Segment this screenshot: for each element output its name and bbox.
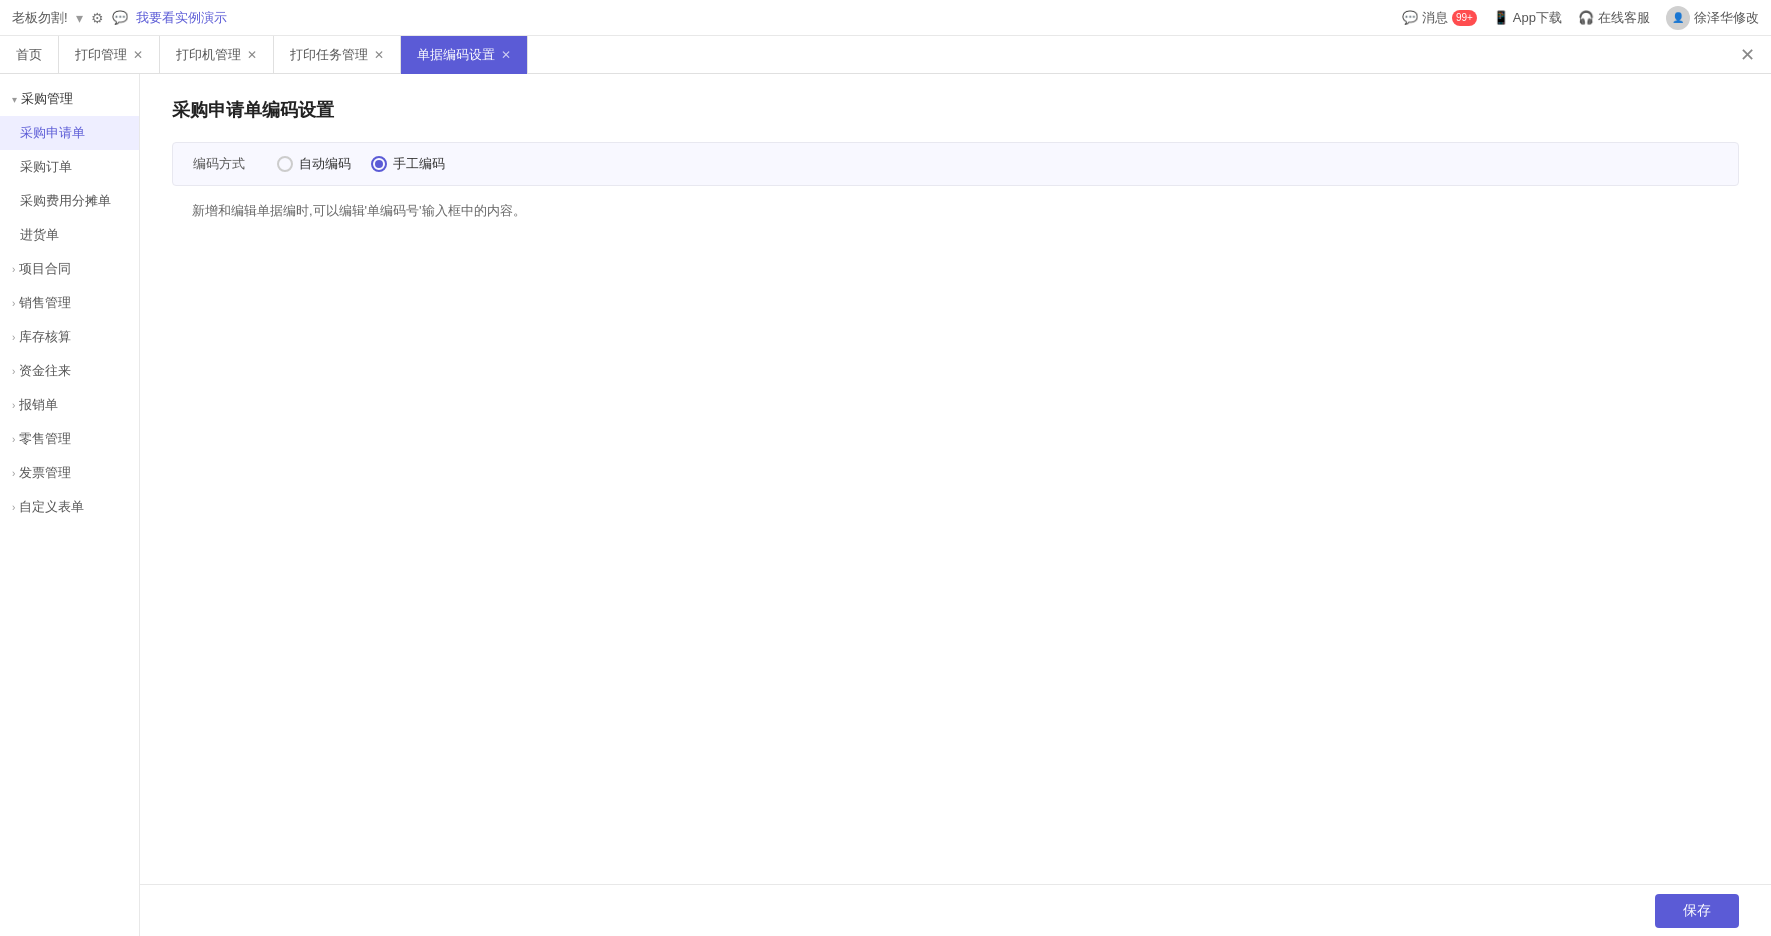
sidebar-item-purchase-request[interactable]: 采购申请单: [0, 116, 139, 150]
chevron-right-icon-7: ›: [12, 468, 15, 479]
notification-badge: 99+: [1452, 10, 1477, 26]
notification-button[interactable]: 💬 消息 99+: [1402, 9, 1477, 27]
tab-print-task-close[interactable]: ✕: [374, 48, 384, 62]
tab-printer-management[interactable]: 打印机管理 ✕: [160, 36, 274, 74]
sidebar-group-invoice[interactable]: › 发票管理: [0, 456, 139, 490]
tab-encoding-settings[interactable]: 单据编码设置 ✕: [401, 36, 528, 74]
phone-icon: 📱: [1493, 10, 1509, 25]
notification-label: 消息: [1422, 9, 1448, 27]
sidebar-item-purchase-order-label: 采购订单: [20, 159, 72, 174]
app-download-button[interactable]: 📱 App下载: [1493, 9, 1562, 27]
sidebar-group-retail[interactable]: › 零售管理: [0, 422, 139, 456]
encoding-label: 编码方式: [193, 155, 253, 173]
content-inner: 采购申请单编码设置 编码方式 自动编码 手工编码: [140, 74, 1771, 884]
chevron-right-icon: ›: [12, 264, 15, 275]
radio-manual-circle: [371, 156, 387, 172]
online-service-button[interactable]: 🎧 在线客服: [1578, 9, 1650, 27]
chevron-right-icon-3: ›: [12, 332, 15, 343]
sidebar-group-retail-label: 零售管理: [19, 430, 71, 448]
radio-manual-dot: [375, 160, 383, 168]
radio-manual-label: 手工编码: [393, 155, 445, 173]
sidebar-group-project[interactable]: › 项目合同: [0, 252, 139, 286]
encoding-row: 编码方式 自动编码 手工编码: [173, 143, 1738, 185]
sidebar-item-purchase-expense-label: 采购费用分摊单: [20, 193, 111, 208]
content-area: 采购申请单编码设置 编码方式 自动编码 手工编码: [140, 74, 1771, 936]
top-bar-title: 老板勿割!: [12, 9, 68, 27]
sidebar-group-expense[interactable]: › 报销单: [0, 388, 139, 422]
sidebar-group-sales[interactable]: › 销售管理: [0, 286, 139, 320]
sidebar-item-purchase-order[interactable]: 采购订单: [0, 150, 139, 184]
radio-manual-encoding[interactable]: 手工编码: [371, 155, 445, 173]
sidebar-group-finance[interactable]: › 资金往来: [0, 354, 139, 388]
prompt-icon: 💬: [112, 10, 128, 25]
user-name: 徐泽华修改: [1694, 9, 1759, 27]
tab-print-management-label: 打印管理: [75, 46, 127, 64]
sidebar-group-custom-form-label: 自定义表单: [19, 498, 84, 516]
sidebar-group-project-label: 项目合同: [19, 260, 71, 278]
radio-auto-encoding[interactable]: 自动编码: [277, 155, 351, 173]
encoding-section: 编码方式 自动编码 手工编码: [172, 142, 1739, 186]
tab-encoding-settings-close[interactable]: ✕: [501, 48, 511, 62]
sidebar-group-invoice-label: 发票管理: [19, 464, 71, 482]
chevron-down-icon: ▾: [12, 94, 17, 105]
bottom-bar: 保存: [140, 884, 1771, 936]
radio-group: 自动编码 手工编码: [277, 155, 445, 173]
sidebar-group-sales-label: 销售管理: [19, 294, 71, 312]
tab-printer-management-label: 打印机管理: [176, 46, 241, 64]
online-service-label: 在线客服: [1598, 9, 1650, 27]
app-download-label: App下载: [1513, 9, 1562, 27]
avatar: 👤: [1666, 6, 1690, 30]
sidebar-group-inventory-label: 库存核算: [19, 328, 71, 346]
top-bar-right: 💬 消息 99+ 📱 App下载 🎧 在线客服 👤 徐泽华修改: [1402, 6, 1759, 30]
chevron-right-icon-2: ›: [12, 298, 15, 309]
hint-text: 新增和编辑单据编时,可以编辑'单编码号'输入框中的内容。: [172, 186, 1739, 236]
tab-printer-management-close[interactable]: ✕: [247, 48, 257, 62]
tab-print-management[interactable]: 打印管理 ✕: [59, 36, 160, 74]
headset-icon: 🎧: [1578, 10, 1594, 25]
top-bar-left: 老板勿割! ▾ ⚙ 💬 我要看实例演示: [12, 9, 227, 27]
sidebar-group-purchase-label: 采购管理: [21, 90, 73, 108]
chevron-right-icon-5: ›: [12, 400, 15, 411]
chevron-right-icon-8: ›: [12, 502, 15, 513]
user-profile[interactable]: 👤 徐泽华修改: [1666, 6, 1759, 30]
sidebar: ▾ 采购管理 采购申请单 采购订单 采购费用分摊单 进货单 › 项目合同 › 销…: [0, 74, 140, 936]
radio-auto-circle: [277, 156, 293, 172]
sidebar-item-goods-receipt[interactable]: 进货单: [0, 218, 139, 252]
tab-bar-wrapper: 首页 打印管理 ✕ 打印机管理 ✕ 打印任务管理 ✕ 单据编码设置 ✕ ✕: [0, 36, 1771, 74]
chevron-right-icon-4: ›: [12, 366, 15, 377]
tab-home-label: 首页: [16, 46, 42, 64]
tab-encoding-settings-label: 单据编码设置: [417, 46, 495, 64]
dropdown-icon[interactable]: ▾: [76, 10, 83, 26]
sidebar-item-purchase-request-label: 采购申请单: [20, 125, 85, 140]
global-close-button[interactable]: ✕: [1724, 36, 1771, 74]
gear-icon[interactable]: ⚙: [91, 10, 104, 26]
sidebar-item-purchase-expense[interactable]: 采购费用分摊单: [0, 184, 139, 218]
tab-print-task-label: 打印任务管理: [290, 46, 368, 64]
sidebar-group-inventory[interactable]: › 库存核算: [0, 320, 139, 354]
message-icon: 💬: [1402, 10, 1418, 25]
tab-print-task[interactable]: 打印任务管理 ✕: [274, 36, 401, 74]
sidebar-item-goods-receipt-label: 进货单: [20, 227, 59, 242]
tab-bar: 首页 打印管理 ✕ 打印机管理 ✕ 打印任务管理 ✕ 单据编码设置 ✕: [0, 36, 1771, 74]
sidebar-group-expense-label: 报销单: [19, 396, 58, 414]
save-button[interactable]: 保存: [1655, 894, 1739, 928]
page-title: 采购申请单编码设置: [172, 98, 1739, 122]
prompt-text[interactable]: 我要看实例演示: [136, 9, 227, 27]
tab-home[interactable]: 首页: [0, 36, 59, 74]
chevron-right-icon-6: ›: [12, 434, 15, 445]
main-layout: ▾ 采购管理 采购申请单 采购订单 采购费用分摊单 进货单 › 项目合同 › 销…: [0, 74, 1771, 936]
sidebar-group-purchase[interactable]: ▾ 采购管理: [0, 82, 139, 116]
sidebar-group-custom-form[interactable]: › 自定义表单: [0, 490, 139, 524]
top-bar: 老板勿割! ▾ ⚙ 💬 我要看实例演示 💬 消息 99+ 📱 App下载 🎧 在…: [0, 0, 1771, 36]
tab-print-management-close[interactable]: ✕: [133, 48, 143, 62]
sidebar-group-finance-label: 资金往来: [19, 362, 71, 380]
radio-auto-label: 自动编码: [299, 155, 351, 173]
